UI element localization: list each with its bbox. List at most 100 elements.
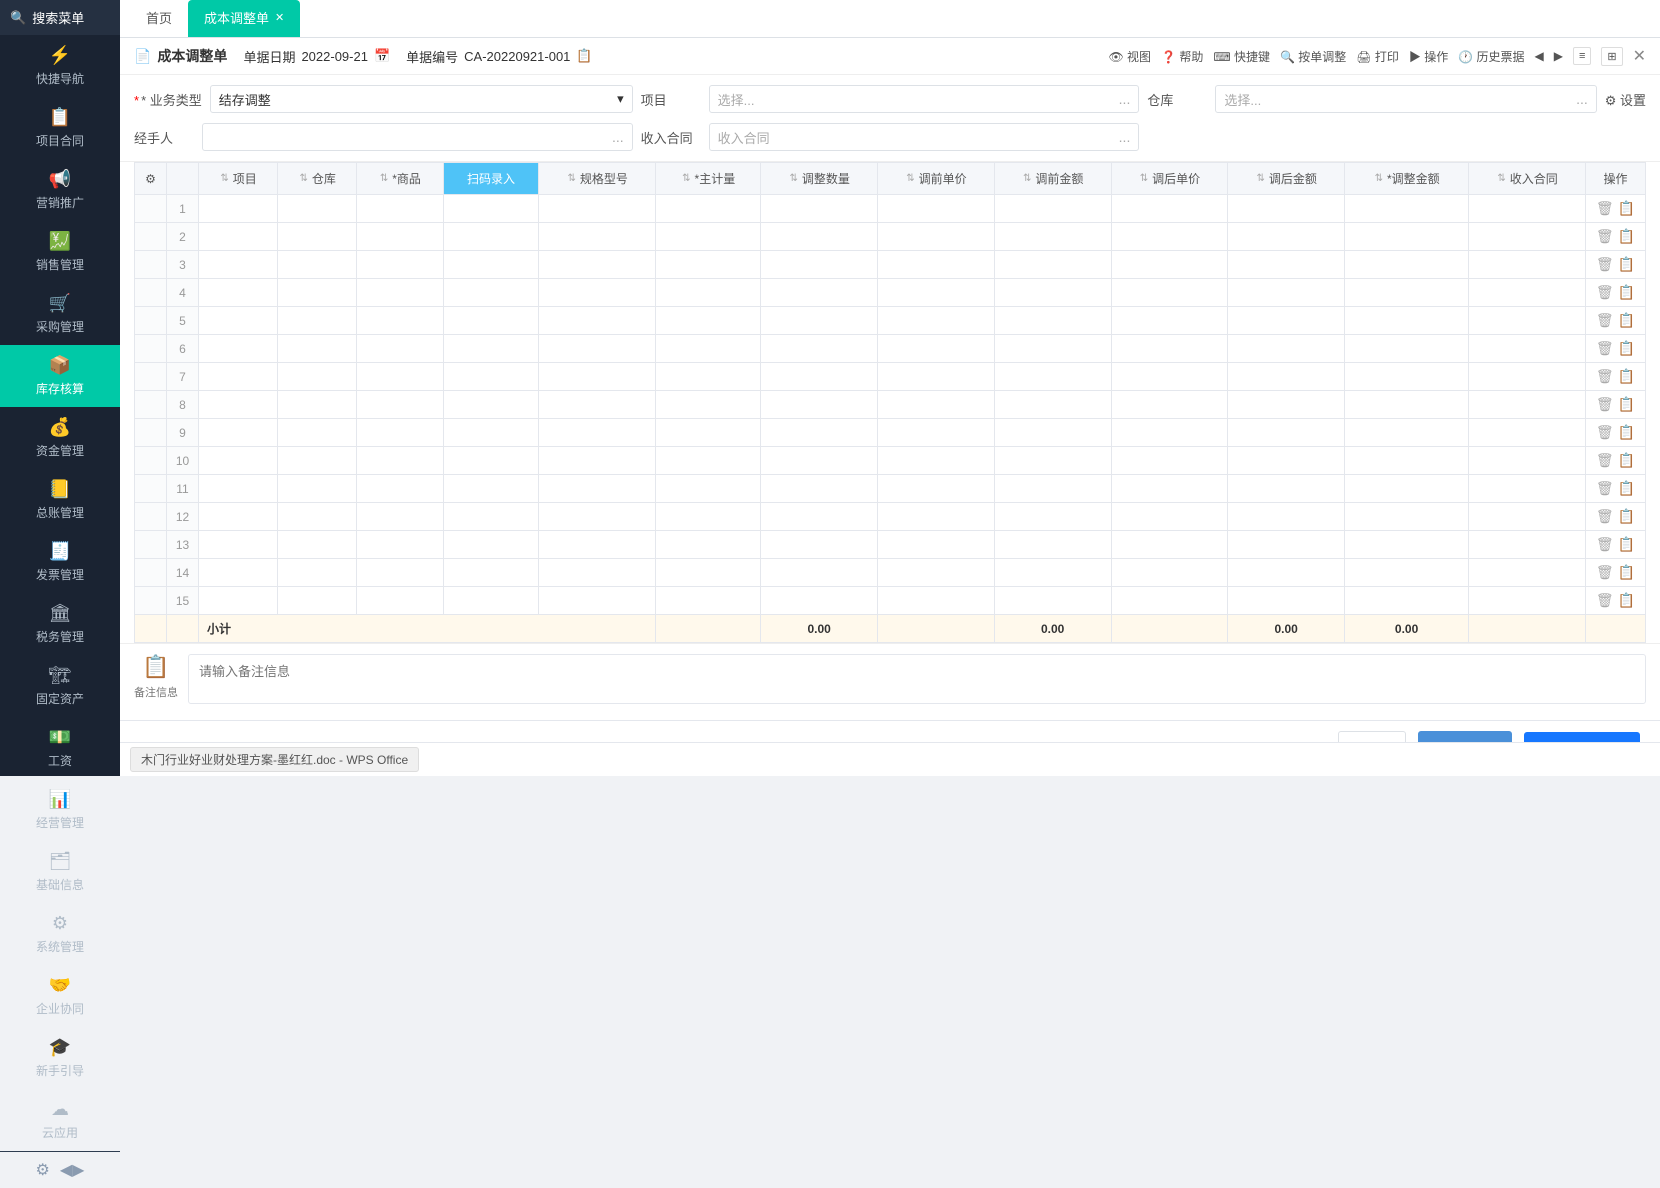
cell-unit-5[interactable] [656,307,761,335]
cell-unit-9[interactable] [656,419,761,447]
cell-before-price-8[interactable] [878,391,995,419]
action-shortcut[interactable]: ⌨ 快捷键 [1213,48,1270,65]
cell-goods-6[interactable] [357,335,443,363]
copy-icon-15[interactable]: 📋 [1618,592,1635,609]
copy-icon-6[interactable]: 📋 [1618,340,1635,357]
income-contract-ellipsis[interactable]: ... [1119,129,1131,145]
copy-icon-7[interactable]: 📋 [1618,368,1635,385]
th-settings[interactable]: ⚙ [135,163,167,195]
action-history[interactable]: 🕐 历史票据 [1458,48,1524,65]
sidebar-item-salary[interactable]: 💵 工资 [0,717,120,779]
cell-unit-7[interactable] [656,363,761,391]
cell-after-price-5[interactable] [1111,307,1228,335]
copy-icon-10[interactable]: 📋 [1618,452,1635,469]
cell-income-contract-5[interactable] [1469,307,1586,335]
cell-before-price-5[interactable] [878,307,995,335]
cell-before-amt-7[interactable] [994,363,1111,391]
cell-after-price-9[interactable] [1111,419,1228,447]
cell-before-price-12[interactable] [878,503,995,531]
cell-after-amt-10[interactable] [1228,447,1345,475]
delete-icon-15[interactable]: 🗑 [1596,592,1614,609]
warehouse-input[interactable]: 选择... ... [1215,85,1596,113]
cell-income-contract-1[interactable] [1469,195,1586,223]
cell-scan-9[interactable] [443,419,539,447]
cell-unit-12[interactable] [656,503,761,531]
cell-project-3[interactable] [199,251,278,279]
th-project[interactable]: ⇅项目 [199,163,278,195]
cell-warehouse-6[interactable] [278,335,357,363]
cell-spec-3[interactable] [539,251,656,279]
cell-adjust-amt-2[interactable] [1345,223,1469,251]
cell-spec-15[interactable] [539,587,656,615]
cell-unit-6[interactable] [656,335,761,363]
cell-spec-10[interactable] [539,447,656,475]
cell-scan-5[interactable] [443,307,539,335]
cell-unit-15[interactable] [656,587,761,615]
cell-income-contract-12[interactable] [1469,503,1586,531]
cell-after-price-6[interactable] [1111,335,1228,363]
cell-after-amt-13[interactable] [1228,531,1345,559]
cell-goods-1[interactable] [357,195,443,223]
cell-scan-4[interactable] [443,279,539,307]
cell-scan-15[interactable] [443,587,539,615]
cell-adjust-qty-14[interactable] [761,559,878,587]
cell-before-price-9[interactable] [878,419,995,447]
cell-warehouse-1[interactable] [278,195,357,223]
cell-before-amt-1[interactable] [994,195,1111,223]
cell-before-amt-13[interactable] [994,531,1111,559]
cell-project-2[interactable] [199,223,278,251]
copy-icon-5[interactable]: 📋 [1618,312,1635,329]
cell-income-contract-8[interactable] [1469,391,1586,419]
cell-adjust-amt-6[interactable] [1345,335,1469,363]
cell-goods-9[interactable] [357,419,443,447]
copy-icon-2[interactable]: 📋 [1618,228,1635,245]
delete-icon-1[interactable]: 🗑 [1596,200,1614,217]
cell-income-contract-10[interactable] [1469,447,1586,475]
cell-unit-13[interactable] [656,531,761,559]
cell-income-contract-11[interactable] [1469,475,1586,503]
cell-before-price-7[interactable] [878,363,995,391]
cell-after-price-7[interactable] [1111,363,1228,391]
th-after-price[interactable]: ⇅调后单价 [1111,163,1228,195]
cell-goods-5[interactable] [357,307,443,335]
delete-icon-13[interactable]: 🗑 [1596,536,1614,553]
th-scan[interactable]: 扫码录入 [443,163,539,195]
th-adjust-amt[interactable]: ⇅*调整金额 [1345,163,1469,195]
cell-warehouse-8[interactable] [278,391,357,419]
cell-after-price-3[interactable] [1111,251,1228,279]
project-input[interactable]: 选择... ... [709,85,1140,113]
sidebar-item-assets[interactable]: 🏗 固定资产 [0,655,120,717]
cell-goods-4[interactable] [357,279,443,307]
cell-warehouse-2[interactable] [278,223,357,251]
cell-goods-7[interactable] [357,363,443,391]
cell-income-contract-15[interactable] [1469,587,1586,615]
cell-warehouse-7[interactable] [278,363,357,391]
cell-spec-4[interactable] [539,279,656,307]
action-view[interactable]: 👁 视图 [1108,48,1151,65]
cell-before-price-6[interactable] [878,335,995,363]
delete-icon-11[interactable]: 🗑 [1596,480,1614,497]
warehouse-ellipsis[interactable]: ... [1576,91,1588,107]
cell-after-amt-1[interactable] [1228,195,1345,223]
cell-spec-12[interactable] [539,503,656,531]
settings-icon-right[interactable]: ⚙ 设置 [1605,90,1646,109]
sidebar-item-cloud[interactable]: ☁ 云应用 [0,1089,120,1151]
cell-adjust-qty-5[interactable] [761,307,878,335]
cell-adjust-qty-2[interactable] [761,223,878,251]
cell-unit-1[interactable] [656,195,761,223]
cell-spec-8[interactable] [539,391,656,419]
cell-spec-9[interactable] [539,419,656,447]
cell-after-amt-11[interactable] [1228,475,1345,503]
th-spec[interactable]: ⇅规格型号 [539,163,656,195]
action-print[interactable]: 🖨 打印 [1356,48,1399,65]
cell-adjust-qty-1[interactable] [761,195,878,223]
th-warehouse[interactable]: ⇅仓库 [278,163,357,195]
cell-warehouse-12[interactable] [278,503,357,531]
cell-unit-11[interactable] [656,475,761,503]
cell-before-amt-2[interactable] [994,223,1111,251]
cell-before-price-11[interactable] [878,475,995,503]
cell-after-price-2[interactable] [1111,223,1228,251]
cell-scan-13[interactable] [443,531,539,559]
sidebar-item-quick-nav[interactable]: ⚡ 快捷导航 [0,35,120,97]
cell-warehouse-3[interactable] [278,251,357,279]
